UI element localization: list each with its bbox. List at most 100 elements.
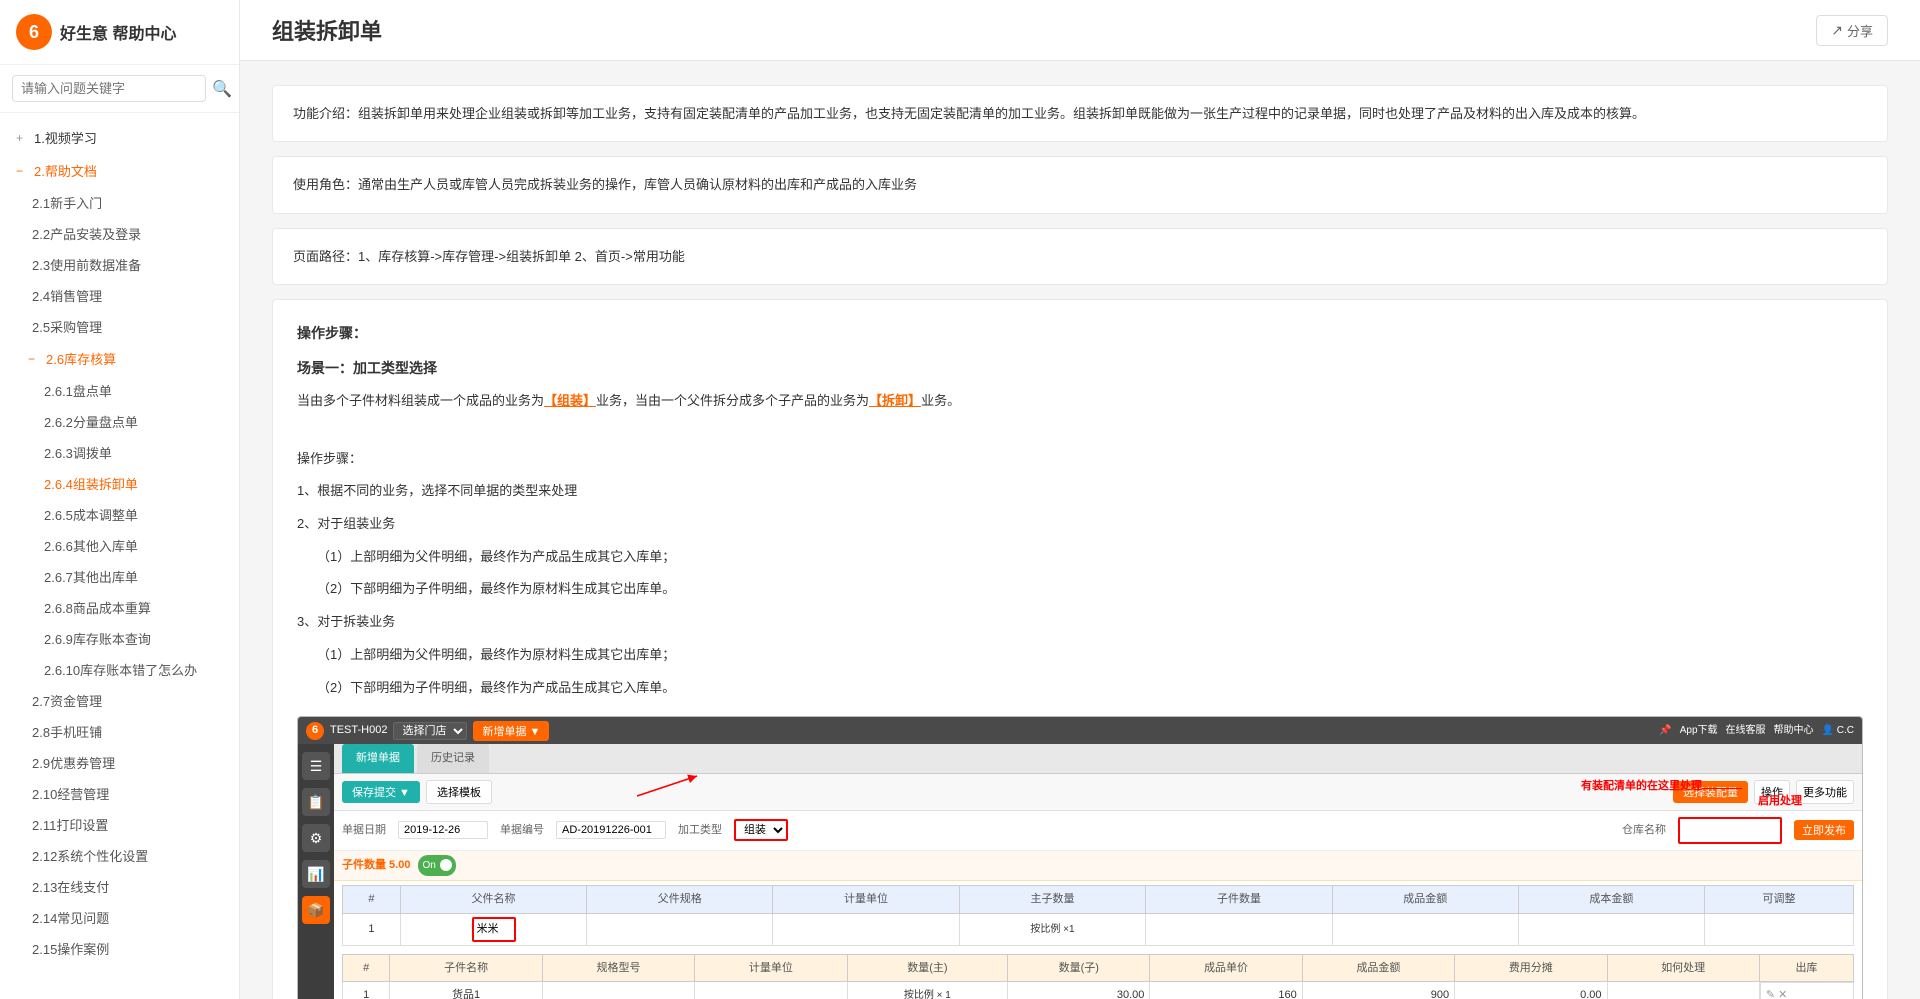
sidebar-item-sales[interactable]: 2.4销售管理	[0, 280, 239, 311]
sidebar: 6 好生意 帮助中心 🔍 + 1.视频学习 − 2.帮助文档 2.1新手入门 2…	[0, 0, 240, 999]
assembly-link[interactable]: 【组装】	[544, 393, 596, 408]
annotation-enable: 启用处理	[1758, 791, 1802, 812]
window-content: 新增单据 历史记录 保存提交 ▼ 选择模板 有装配清单的在这里处理	[334, 744, 1862, 999]
sidebar-item-data-prep[interactable]: 2.3使用前数据准备	[0, 249, 239, 280]
nav-icon-2[interactable]: 📋	[302, 788, 330, 816]
sidebar-item-online-pay[interactable]: 2.13在线支付	[0, 871, 239, 902]
type-label: 加工类型	[678, 820, 722, 841]
tab-history[interactable]: 历史记录	[417, 744, 489, 773]
sidebar-item-faq[interactable]: 2.14常见问题	[0, 902, 239, 933]
disassembly-link[interactable]: 【拆卸】	[869, 393, 921, 408]
user-avatar: 👤 C.C	[1822, 721, 1854, 740]
parent-name-input[interactable]	[474, 921, 514, 935]
sidebar-item-cost-recalc[interactable]: 2.6.8商品成本重算	[0, 592, 239, 623]
toggle-switch[interactable]: On	[418, 855, 455, 876]
sidebar-item-cases[interactable]: 2.15操作案例	[0, 933, 239, 964]
sidebar-item-purchase[interactable]: 2.5采购管理	[0, 311, 239, 342]
page-header: 组装拆卸单 ↗ 分享	[240, 0, 1920, 61]
warehouse-input-wrapper	[1678, 817, 1782, 844]
number-input[interactable]	[556, 821, 666, 839]
intro-block: 功能介绍：组装拆卸单用来处理企业组装或拆卸等加工业务，支持有固定装配清单的产品加…	[272, 85, 1888, 142]
parent-table-body: 1 按比例 ×1	[343, 913, 1854, 945]
parent-name-cell	[472, 917, 516, 942]
app-icon-3: 在线客服	[1726, 721, 1766, 740]
app-icon-2: App下载	[1680, 721, 1718, 740]
toggle-knob	[440, 859, 452, 871]
sidebar-item-other-in[interactable]: 2.6.6其他入库单	[0, 530, 239, 561]
step3-1: （1）上部明细为父件明细，最终作为原材料生成其它出库单；	[317, 643, 1863, 668]
path-text: 页面路径：1、库存核算->库存管理->组装拆卸单 2、首页->常用功能	[293, 249, 685, 264]
sidebar-item-transfer[interactable]: 2.6.3调拨单	[0, 437, 239, 468]
nav-icon-1[interactable]: ☰	[302, 752, 330, 780]
type-select-wrapper: 组装 拆卸	[734, 819, 788, 841]
nav-icon-4[interactable]: 📊	[302, 860, 330, 888]
sidebar-item-operation[interactable]: 2.10经营管理	[0, 778, 239, 809]
nav-icon-5[interactable]: 📦	[302, 896, 330, 924]
sidebar-item-inventory[interactable]: − 2.6库存核算	[0, 342, 239, 375]
date-label: 单据日期	[342, 820, 386, 841]
sidebar-item-install[interactable]: 2.2产品安装及登录	[0, 218, 239, 249]
sidebar-item-video-learning[interactable]: + 1.视频学习	[0, 121, 239, 154]
warehouse-input[interactable]	[1680, 823, 1780, 839]
left-icon-bar: ☰ 📋 ⚙ 📊 📦	[298, 744, 334, 999]
window-right-icons: 📌 App下载 在线客服 帮助中心 👤 C.C	[1659, 721, 1854, 740]
parent-table: # 父件名称 父件规格 计量单位 主子数量 子件数量 成品金额 成本金额	[342, 885, 1854, 946]
step3-2: （2）下部明细为子件明细，最终作为产成品生成其它入库单。	[317, 676, 1863, 701]
nav-icon-3[interactable]: ⚙	[302, 824, 330, 852]
date-input[interactable]	[398, 821, 488, 839]
sidebar-item-other-out[interactable]: 2.6.7其他出库单	[0, 561, 239, 592]
child-table: # 子件名称 规格型号 计量单位 数量(主) 数量(子) 成品单价 成品金额	[342, 954, 1854, 999]
doc-toolbar: 保存提交 ▼ 选择模板 有装配清单的在这里处理 选择装配量 操作 更多功能	[334, 774, 1862, 811]
step2-details: （1）上部明细为父件明细，最终作为产成品生成其它入库单； （2）下部明细为子件明…	[297, 545, 1863, 602]
table-row: 1 按比例 ×1	[343, 913, 1854, 945]
new-doc-btn[interactable]: 新增单据 ▼	[473, 721, 549, 741]
page-title: 组装拆卸单	[272, 14, 382, 46]
sidebar-item-cost-adjust[interactable]: 2.6.5成本调整单	[0, 499, 239, 530]
search-box[interactable]: 🔍	[0, 65, 239, 113]
sidebar-item-coupon[interactable]: 2.9优惠券管理	[0, 747, 239, 778]
step2-2: （2）下部明细为子件明细，最终作为原材料生成其它出库单。	[317, 577, 1863, 602]
scene1-desc: 当由多个子件材料组装成一个成品的业务为【组装】业务，当由一个父件拆分成多个子产品…	[297, 389, 1863, 414]
scene1-title: 场景一：加工类型选择	[297, 355, 1863, 382]
search-input[interactable]	[12, 75, 206, 102]
app-mock-window: 6 TEST-H002 选择门店 新增单据 ▼ 📌 App下载 在线客服 帮助中…	[297, 716, 1863, 999]
window-logo: 6	[306, 722, 324, 740]
window-id: TEST-H002	[330, 720, 387, 741]
app-logo-icon: 6	[16, 14, 52, 50]
type-select[interactable]: 组装 拆卸	[736, 821, 786, 839]
sidebar-logo: 6 好生意 帮助中心	[0, 0, 239, 65]
sidebar-item-print[interactable]: 2.11打印设置	[0, 809, 239, 840]
warehouse-label: 仓库名称	[1622, 820, 1666, 841]
row-del-1[interactable]: ✕	[1778, 985, 1787, 999]
annotation-bom: 有装配清单的在这里处理	[1581, 776, 1702, 797]
more-btn[interactable]: 更多功能	[1796, 780, 1854, 804]
sidebar-item-inventory-query[interactable]: 2.6.9库存账本查询	[0, 623, 239, 654]
row-edit-1[interactable]: ✎	[1766, 985, 1775, 999]
sidebar-item-finance[interactable]: 2.7资金管理	[0, 685, 239, 716]
intro-text: 功能介绍：组装拆卸单用来处理企业组装或拆卸等加工业务，支持有固定装配清单的产品加…	[293, 106, 1645, 121]
app-title: 好生意 帮助中心	[60, 20, 176, 44]
app-icon-1: 📌	[1659, 721, 1671, 740]
window-select[interactable]: 选择门店	[393, 722, 467, 740]
expand-icon-active: −	[16, 164, 28, 178]
main-panel: 组装拆卸单 ↗ 分享 功能介绍：组装拆卸单用来处理企业组装或拆卸等加工业务，支持…	[240, 0, 1920, 999]
window-body: ☰ 📋 ⚙ 📊 📦 新增单据 历史记录	[298, 744, 1862, 999]
sub-parts-label: 子件数量 5.00	[342, 855, 410, 876]
sidebar-item-mobile[interactable]: 2.8手机旺铺	[0, 716, 239, 747]
sidebar-item-stocktake[interactable]: 2.6.1盘点单	[0, 375, 239, 406]
select-template-btn[interactable]: 选择模板	[426, 780, 492, 804]
toggle-label: On	[422, 856, 435, 875]
arrow-line-1	[1702, 788, 1742, 789]
content-block: 操作步骤： 场景一：加工类型选择 当由多个子件材料组装成一个成品的业务为【组装】…	[272, 299, 1888, 999]
sidebar-item-inventory-error[interactable]: 2.6.10库存账本错了怎么办	[0, 654, 239, 685]
sidebar-item-help-docs[interactable]: − 2.帮助文档	[0, 154, 239, 187]
tab-new-doc[interactable]: 新增单据	[342, 744, 414, 773]
share-button[interactable]: ↗ 分享	[1816, 15, 1888, 46]
sidebar-item-personalize[interactable]: 2.12系统个性化设置	[0, 840, 239, 871]
sidebar-item-assembly[interactable]: 2.6.4组装拆卸单	[0, 468, 239, 499]
search-icon[interactable]: 🔍	[212, 79, 232, 99]
sidebar-item-partial-stocktake[interactable]: 2.6.2分量盘点单	[0, 406, 239, 437]
sidebar-item-newcomer[interactable]: 2.1新手入门	[0, 187, 239, 218]
confirm-btn[interactable]: 立即发布	[1794, 820, 1854, 840]
save-submit-btn[interactable]: 保存提交 ▼	[342, 781, 420, 803]
